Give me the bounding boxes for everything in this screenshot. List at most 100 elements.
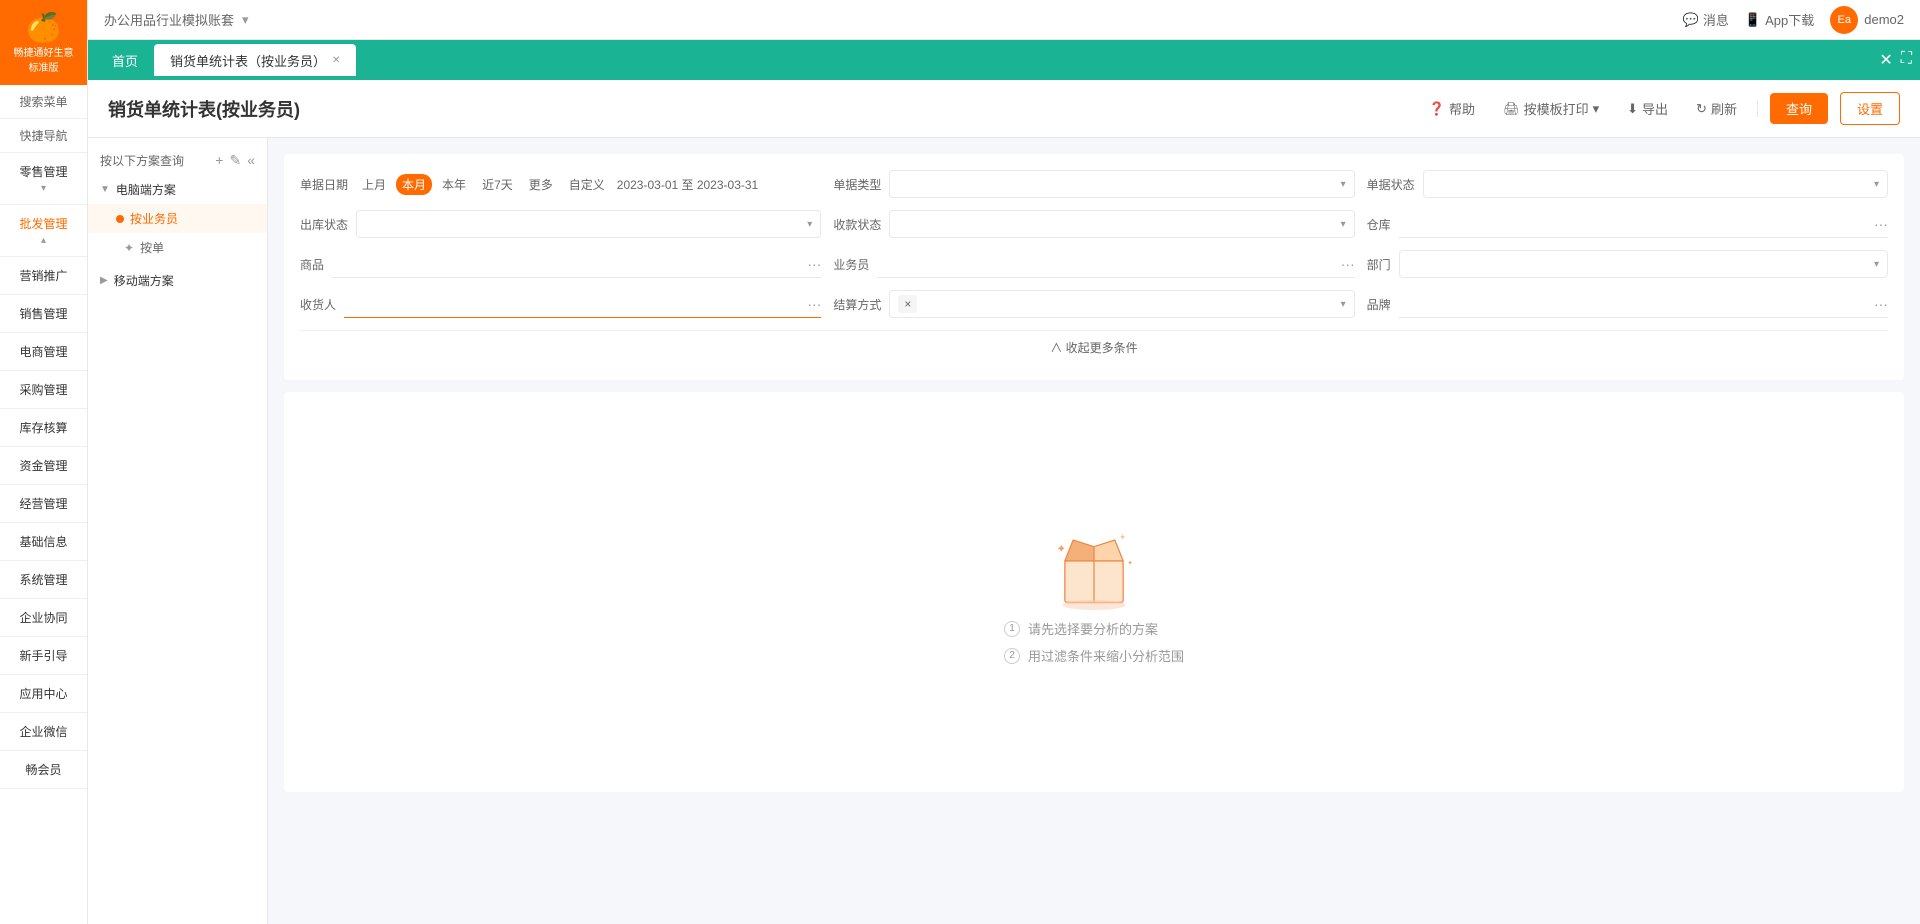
date-range-text: 2023-03-01 至 2023-03-31 <box>617 176 758 193</box>
tab-expand-icon[interactable]: ⛶ <box>1901 50 1912 70</box>
salesperson-ellipsis-btn[interactable]: ··· <box>1341 256 1355 272</box>
tab-sales-report-label: 销货单统计表（按业务员） <box>170 51 326 70</box>
pc-section-title[interactable]: ▼ 电脑端方案 <box>88 175 267 204</box>
dept-arrow-icon: ▾ <box>1874 259 1879 270</box>
sidebar-item-appmarket[interactable]: 应用中心 <box>0 675 87 713</box>
mobile-section: ▶ 移动端方案 <box>88 266 267 295</box>
sidebar-item-system[interactable]: 系统管理 <box>0 561 87 599</box>
filter-out-status: 出库状态 ▾ <box>300 210 821 238</box>
payment-label: 结算方式 <box>833 296 881 313</box>
goods-ellipsis-btn[interactable]: ··· <box>807 256 821 272</box>
settings-btn[interactable]: 设置 <box>1840 92 1900 125</box>
sidebar-item-inventory[interactable]: 库存核算 <box>0 409 87 447</box>
message-btn[interactable]: 💬 消息 <box>1683 10 1729 29</box>
edit-scheme-btn[interactable]: ✎ <box>229 152 241 169</box>
date-tabs: 上月 本月 本年 近7天 更多 自定义 <box>356 174 611 195</box>
print-label: 按模板打印 <box>1524 99 1589 118</box>
filter-doc-status: 单据状态 ▾ <box>1367 170 1888 198</box>
add-scheme-btn[interactable]: + <box>215 152 223 169</box>
refresh-btn[interactable]: ↻ 刷新 <box>1688 95 1745 122</box>
refresh-label: 刷新 <box>1711 99 1737 118</box>
query-btn[interactable]: 查询 <box>1770 93 1828 124</box>
tab-sales-report[interactable]: 销货单统计表（按业务员） ✕ <box>154 44 356 76</box>
sidebar-item-corpwechat[interactable]: 企业微信 <box>0 713 87 751</box>
sidebar-item-sales[interactable]: 销售管理 <box>0 295 87 333</box>
sidebar-item-ecommerce[interactable]: 电商管理 <box>0 333 87 371</box>
consignee-control: ··· <box>344 290 821 318</box>
recv-status-select[interactable]: ▾ <box>889 210 1354 238</box>
warehouse-ellipsis-btn[interactable]: ··· <box>1874 216 1888 232</box>
warehouse-control: ··· <box>1399 210 1888 238</box>
newbie-label: 新手引导 <box>19 647 67 664</box>
brand-control: ··· <box>1399 290 1888 318</box>
tab-close-icon[interactable]: ✕ <box>332 55 340 66</box>
corp-label: 企业协同 <box>19 609 67 626</box>
filter-goods: 商品 ··· <box>300 250 821 278</box>
tab-home[interactable]: 首页 <box>96 44 154 76</box>
sidebar-shortcut[interactable]: 快捷导航 <box>0 119 87 153</box>
logo-text: 畅捷通好生意 <box>14 48 74 59</box>
scheme-salesperson[interactable]: 按业务员 <box>88 204 267 233</box>
finance-label: 资金管理 <box>19 457 67 474</box>
sidebar-item-basic[interactable]: 基础信息 <box>0 523 87 561</box>
sidebar-item-newbie[interactable]: 新手引导 <box>0 637 87 675</box>
sidebar-item-member[interactable]: 畅会员 <box>0 751 87 789</box>
export-btn[interactable]: ⬇ 导出 <box>1619 95 1676 122</box>
collapse-panel-btn[interactable]: « <box>247 152 255 169</box>
filter-row-3: 商品 ··· 业务员 ··· <box>300 250 1888 278</box>
wholesale-arrow: ▴ <box>41 235 46 246</box>
out-status-select[interactable]: ▾ <box>356 210 821 238</box>
tab-bar-expand: ✕ ⛶ <box>1879 50 1912 70</box>
help-label: 帮助 <box>1449 99 1475 118</box>
doc-status-label: 单据状态 <box>1367 176 1415 193</box>
sidebar-item-retail[interactable]: 零售管理 ▾ <box>0 153 87 205</box>
app-download-btn[interactable]: 📱 App下载 <box>1745 10 1814 29</box>
sidebar-item-wholesale[interactable]: 批发管理 ▴ <box>0 205 87 257</box>
recv-status-arrow-icon: ▾ <box>1341 219 1346 230</box>
page-title: 销货单统计表(按业务员) <box>108 96 300 122</box>
mobile-section-title[interactable]: ▶ 移动端方案 <box>88 266 267 295</box>
collapse-btn[interactable]: ∧ 收起更多条件 <box>300 330 1888 364</box>
sidebar-item-corp[interactable]: 企业协同 <box>0 599 87 637</box>
payment-control: × ▾ <box>889 290 1354 318</box>
empty-illustration: ✦ ✦ ✦ <box>1044 515 1144 615</box>
empty-box-svg: ✦ ✦ ✦ <box>1044 515 1144 615</box>
print-icon: 🖨 <box>1503 101 1520 117</box>
print-btn[interactable]: 🖨 按模板打印 ▾ <box>1495 95 1607 122</box>
filter-payment: 结算方式 × ▾ <box>833 290 1354 318</box>
sidebar-item-operation[interactable]: 经营管理 <box>0 485 87 523</box>
payment-tag-x-icon[interactable]: × <box>904 297 911 311</box>
export-icon: ⬇ <box>1627 101 1638 117</box>
sales-label: 销售管理 <box>19 305 67 322</box>
inventory-label: 库存核算 <box>19 419 67 436</box>
consignee-ellipsis-btn[interactable]: ··· <box>807 296 821 312</box>
out-status-control: ▾ <box>356 210 821 238</box>
date-tab-lastmonth[interactable]: 上月 <box>356 174 392 195</box>
dept-select[interactable]: ▾ <box>1399 250 1888 278</box>
sidebar-search[interactable]: 搜索菜单 <box>0 85 87 119</box>
filter-row-1: 单据日期 上月 本月 本年 近7天 更多 自定义 20 <box>300 170 1888 198</box>
scheme-order[interactable]: ✦ 按单 <box>88 233 267 262</box>
date-tab-thismonth[interactable]: 本月 <box>396 174 432 195</box>
left-panel-title: 按以下方案查询 <box>100 152 184 169</box>
tab-expand-close-icon[interactable]: ✕ <box>1879 50 1892 70</box>
help-btn[interactable]: ❓ 帮助 <box>1421 95 1483 122</box>
date-tab-thisyear[interactable]: 本年 <box>436 174 472 195</box>
doc-status-select[interactable]: ▾ <box>1423 170 1888 198</box>
brand-ellipsis-btn[interactable]: ··· <box>1874 296 1888 312</box>
appmarket-label: 应用中心 <box>19 685 67 702</box>
date-tab-last7[interactable]: 近7天 <box>476 174 519 195</box>
page-header: 销货单统计表(按业务员) ❓ 帮助 🖨 按模板打印 ▾ ⬇ 导出 ↻ 刷新 <box>88 80 1920 138</box>
purchase-label: 采购管理 <box>19 381 67 398</box>
tab-home-label: 首页 <box>112 51 138 70</box>
date-tab-custom[interactable]: 自定义 <box>563 174 611 195</box>
step2-text: 用过滤条件来缩小分析范围 <box>1028 646 1184 665</box>
sidebar-item-purchase[interactable]: 采购管理 <box>0 371 87 409</box>
user-profile-btn[interactable]: Ea demo2 <box>1830 6 1904 34</box>
date-label: 单据日期 <box>300 176 348 193</box>
sidebar-item-finance[interactable]: 资金管理 <box>0 447 87 485</box>
date-tab-more[interactable]: 更多 <box>523 174 559 195</box>
payment-select[interactable]: × ▾ <box>889 290 1354 318</box>
doc-type-select[interactable]: ▾ <box>889 170 1354 198</box>
sidebar-item-marketing[interactable]: 营销推广 <box>0 257 87 295</box>
